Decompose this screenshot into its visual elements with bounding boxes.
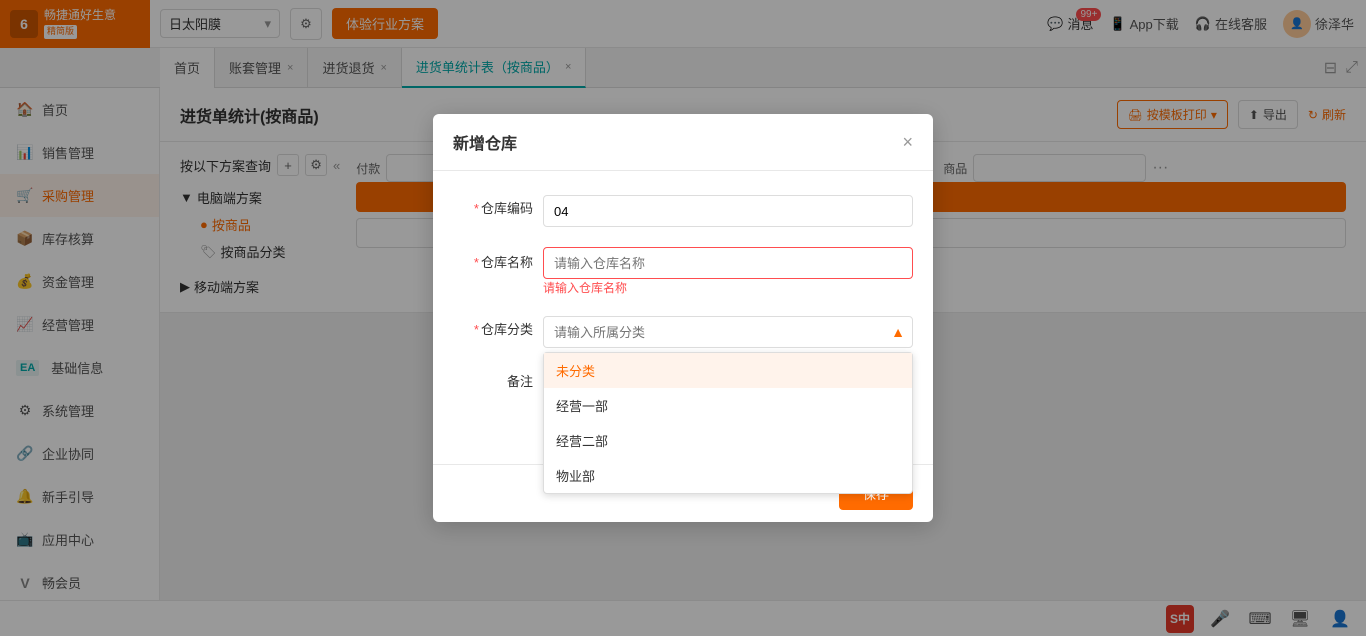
dropdown-item-dept3[interactable]: 物业部 [544, 458, 912, 493]
category-dropdown: 未分类 经营一部 经营二部 物业部 [543, 352, 913, 494]
category-input[interactable] [543, 316, 913, 348]
name-form-row: 仓库名称 请输入仓库名称 [453, 247, 913, 296]
category-chevron-icon[interactable]: ▲ [891, 324, 905, 340]
modal-title: 新增仓库 [453, 130, 517, 154]
dropdown-item-uncategorized[interactable]: 未分类 [544, 353, 912, 388]
modal-body: 仓库编码 仓库名称 请输入仓库名称 仓库分类 ▲ [433, 171, 933, 464]
modal-close-button[interactable]: × [902, 132, 913, 153]
name-error-message: 请输入仓库名称 [543, 279, 627, 296]
code-input[interactable] [543, 195, 913, 227]
modal-overlay[interactable]: 新增仓库 × 仓库编码 仓库名称 请输入仓库名称 仓库分类 [0, 0, 1366, 636]
code-form-row: 仓库编码 [453, 195, 913, 227]
category-select-wrap: ▲ 未分类 经营一部 经营二部 物业部 [543, 316, 913, 348]
name-label: 仓库名称 [453, 249, 543, 277]
remark-label: 备注 [453, 368, 543, 396]
new-warehouse-modal: 新增仓库 × 仓库编码 仓库名称 请输入仓库名称 仓库分类 [433, 114, 933, 522]
code-label: 仓库编码 [453, 195, 543, 223]
dropdown-item-dept2[interactable]: 经营二部 [544, 423, 912, 458]
name-input[interactable] [543, 247, 913, 279]
category-label: 仓库分类 [453, 316, 543, 344]
category-form-row: 仓库分类 ▲ 未分类 经营一部 经营二部 物业部 [453, 316, 913, 348]
dropdown-item-dept1[interactable]: 经营一部 [544, 388, 912, 423]
modal-header: 新增仓库 × [433, 114, 933, 171]
